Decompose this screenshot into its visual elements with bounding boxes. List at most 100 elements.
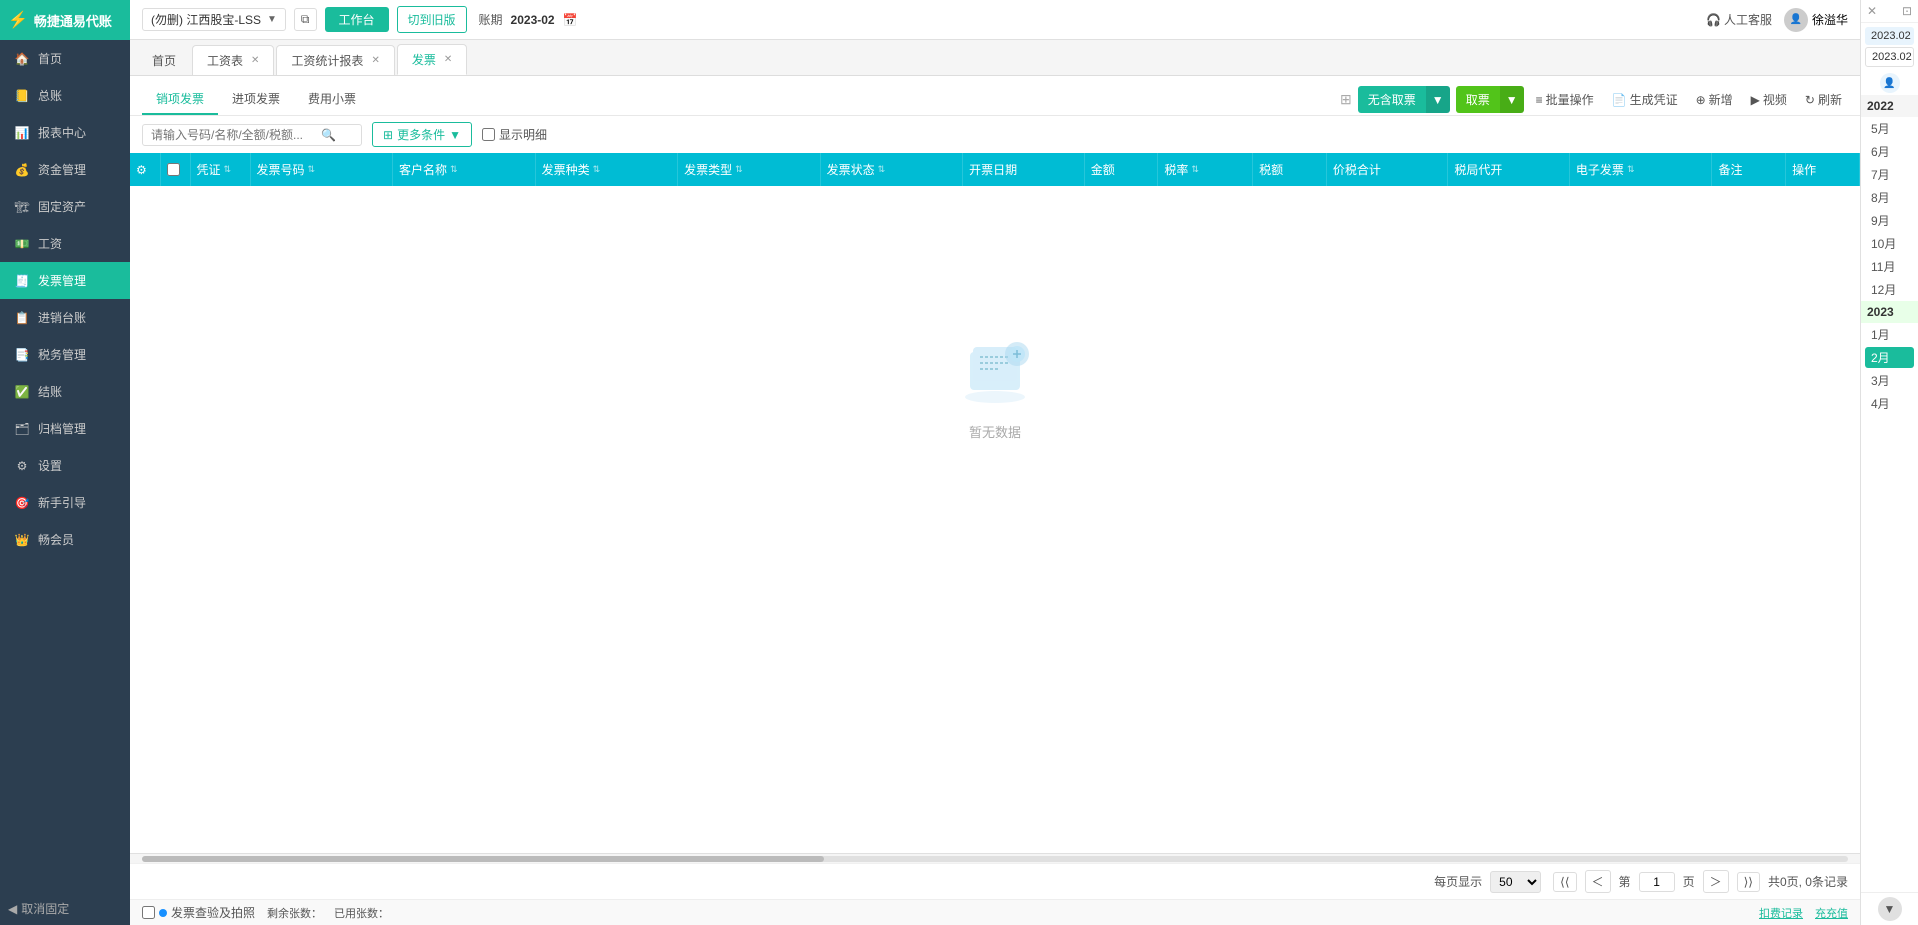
topbar-right: 🎧 人工客服 👤 徐溢华 xyxy=(1706,8,1848,32)
customer-service[interactable]: 🎧 人工客服 xyxy=(1706,11,1772,28)
tab-close-1[interactable]: ✕ xyxy=(251,55,259,66)
next-page-button[interactable]: ＞ xyxy=(1703,870,1729,893)
copy-button[interactable]: ⧉ xyxy=(294,8,317,31)
sidebar-label-4: 固定资产 xyxy=(38,198,86,215)
th-invoice-type: 发票种类⇅ xyxy=(535,153,678,186)
sidebar-item-税务管理[interactable]: 📑税务管理 xyxy=(0,336,130,373)
period-label: 账期 xyxy=(479,11,503,28)
settings-icon[interactable]: ⚙ xyxy=(136,163,147,177)
last-page-button[interactable]: ⟩⟩ xyxy=(1737,872,1760,892)
switch-version-button[interactable]: 切到旧版 xyxy=(397,6,467,33)
take-ticket-arrow-button[interactable]: ▼ xyxy=(1500,86,1524,113)
new-button[interactable]: ⊕ 新增 xyxy=(1690,87,1739,112)
month-1-2023[interactable]: 1月 xyxy=(1861,323,1918,346)
scrollbar-thumb[interactable] xyxy=(142,856,824,862)
subtab-expense-ticket[interactable]: 费用小票 xyxy=(294,84,370,115)
sidebar-item-固定资产[interactable]: 🏗固定资产 xyxy=(0,188,130,225)
right-panel-close-button[interactable]: ✕ xyxy=(1867,4,1877,18)
sidebar-item-结账[interactable]: ✅结账 xyxy=(0,373,130,410)
tab-工资统计报表[interactable]: 工资统计报表✕ xyxy=(276,45,394,75)
invoice-verify-checkbox[interactable] xyxy=(142,906,155,919)
sidebar-collapse-btn[interactable]: ◀ 取消固定 xyxy=(0,892,130,925)
sidebar-icon-7: 📋 xyxy=(14,310,30,326)
sidebar-item-发票管理[interactable]: 🧾发票管理 xyxy=(0,262,130,299)
sidebar-label-6: 发票管理 xyxy=(38,272,86,289)
month-4-2023[interactable]: 4月 xyxy=(1861,392,1918,415)
month-9[interactable]: 9月 xyxy=(1861,209,1918,232)
subtab-sales-invoice[interactable]: 销项发票 xyxy=(142,84,218,115)
month-8[interactable]: 8月 xyxy=(1861,186,1918,209)
company-dropdown-icon: ▼ xyxy=(267,14,277,25)
tab-发票[interactable]: 发票✕ xyxy=(397,44,467,75)
sidebar-icon-5: 💵 xyxy=(14,236,30,252)
panel-bottom-arrow[interactable]: ▼ xyxy=(1878,897,1902,921)
th-settings: ⚙ xyxy=(130,153,160,186)
year-2022-header: 2022 xyxy=(1861,95,1918,117)
sidebar-item-资金管理[interactable]: 💰资金管理 xyxy=(0,151,130,188)
tab-首页[interactable]: 首页 xyxy=(138,46,190,75)
no-tax-main-button[interactable]: 无含取票 xyxy=(1358,86,1426,113)
content-area: 销项发票 进项发票 费用小票 ⊞ 无含取票 ▼ 取票 ▼ ≡ xyxy=(130,76,1860,925)
search-icon[interactable]: 🔍 xyxy=(321,128,336,142)
batch-ops-button[interactable]: ≡ 批量操作 xyxy=(1530,87,1600,112)
th-amount: 金额 xyxy=(1084,153,1158,186)
invoice-verify-checkbox-wrap[interactable]: 发票查验及拍照 xyxy=(142,904,255,921)
sidebar-item-归档管理[interactable]: 🗂归档管理 xyxy=(0,410,130,447)
date-item-2023-02-second[interactable]: 2023.02 xyxy=(1865,47,1914,67)
tab-close-2[interactable]: ✕ xyxy=(371,55,379,66)
date-item-2023-02-top[interactable]: 2023.02 xyxy=(1865,27,1914,45)
show-detail-checkbox-wrap[interactable]: 显示明细 xyxy=(482,126,547,143)
take-ticket-main-button[interactable]: 取票 xyxy=(1456,86,1500,113)
scrollbar-track[interactable] xyxy=(142,856,1848,862)
month-12[interactable]: 12月 xyxy=(1861,278,1918,301)
sidebar-item-工资[interactable]: 💵工资 xyxy=(0,225,130,262)
user-circle-icon: 👤 xyxy=(1880,73,1900,93)
horizontal-scrollbar[interactable] xyxy=(130,853,1860,863)
recharge-link[interactable]: 充充值 xyxy=(1815,905,1848,921)
tab-工资表[interactable]: 工资表✕ xyxy=(192,45,274,75)
select-all-checkbox[interactable] xyxy=(167,163,180,176)
subtab-bar: 销项发票 进项发票 费用小票 ⊞ 无含取票 ▼ 取票 ▼ ≡ xyxy=(130,76,1860,116)
page-input[interactable] xyxy=(1639,872,1675,892)
tab-close-3[interactable]: ✕ xyxy=(444,54,452,65)
month-10[interactable]: 10月 xyxy=(1861,232,1918,255)
th-invoice-category: 发票类型⇅ xyxy=(678,153,821,186)
user-menu[interactable]: 👤 徐溢华 xyxy=(1784,8,1848,32)
period-calendar-icon[interactable]: 📅 xyxy=(563,13,578,27)
per-page-select[interactable]: 50 10 20 100 xyxy=(1490,871,1541,893)
search-input[interactable] xyxy=(151,128,321,142)
th-checkbox xyxy=(160,153,190,186)
refresh-button[interactable]: ↻ 刷新 xyxy=(1799,87,1848,112)
right-panel-header: ✕ ⊡ xyxy=(1861,0,1918,23)
more-conditions-button[interactable]: ⊞ 更多条件 ▼ xyxy=(372,122,472,147)
sidebar-item-畅会员[interactable]: 👑畅会员 xyxy=(0,521,130,558)
sidebar-item-新手引导[interactable]: 🎯新手引导 xyxy=(0,484,130,521)
month-11[interactable]: 11月 xyxy=(1861,255,1918,278)
bottom-links: 扣费记录 充充值 xyxy=(1759,905,1848,921)
invoice-category-sort-icon: ⇅ xyxy=(735,164,743,175)
th-voucher: 凭证⇅ xyxy=(190,153,250,186)
right-panel-expand-button[interactable]: ⊡ xyxy=(1902,4,1912,18)
prev-page-button[interactable]: ＜ xyxy=(1585,870,1611,893)
no-tax-arrow-button[interactable]: ▼ xyxy=(1426,86,1450,113)
video-button[interactable]: ▶ 视频 xyxy=(1745,87,1793,112)
sidebar-item-首页[interactable]: 🏠首页 xyxy=(0,40,130,77)
month-2-2023[interactable]: 2月 xyxy=(1865,347,1914,368)
company-selector[interactable]: (勿删) 江西股宝-LSS ▼ xyxy=(142,8,286,31)
generate-voucher-button[interactable]: 📄 生成凭证 xyxy=(1606,87,1684,112)
th-invoice-status: 发票状态⇅ xyxy=(820,153,963,186)
month-5[interactable]: 5月 xyxy=(1861,117,1918,140)
subtab-purchase-invoice[interactable]: 进项发票 xyxy=(218,84,294,115)
workspace-button[interactable]: 工作台 xyxy=(325,7,389,32)
sidebar-item-报表中心[interactable]: 📊报表中心 xyxy=(0,114,130,151)
deduction-record-link[interactable]: 扣费记录 xyxy=(1759,905,1803,921)
sidebar-item-设置[interactable]: ⚙设置 xyxy=(0,447,130,484)
month-7[interactable]: 7月 xyxy=(1861,163,1918,186)
show-detail-checkbox[interactable] xyxy=(482,128,495,141)
first-page-button[interactable]: ⟨⟨ xyxy=(1553,872,1576,892)
month-3-2023[interactable]: 3月 xyxy=(1861,369,1918,392)
sidebar-item-总账[interactable]: 📒总账 xyxy=(0,77,130,114)
month-6[interactable]: 6月 xyxy=(1861,140,1918,163)
sidebar: ⚡ 畅捷通易代账 🏠首页📒总账📊报表中心💰资金管理🏗固定资产💵工资🧾发票管理📋进… xyxy=(0,0,130,925)
sidebar-item-进销台账[interactable]: 📋进销台账 xyxy=(0,299,130,336)
